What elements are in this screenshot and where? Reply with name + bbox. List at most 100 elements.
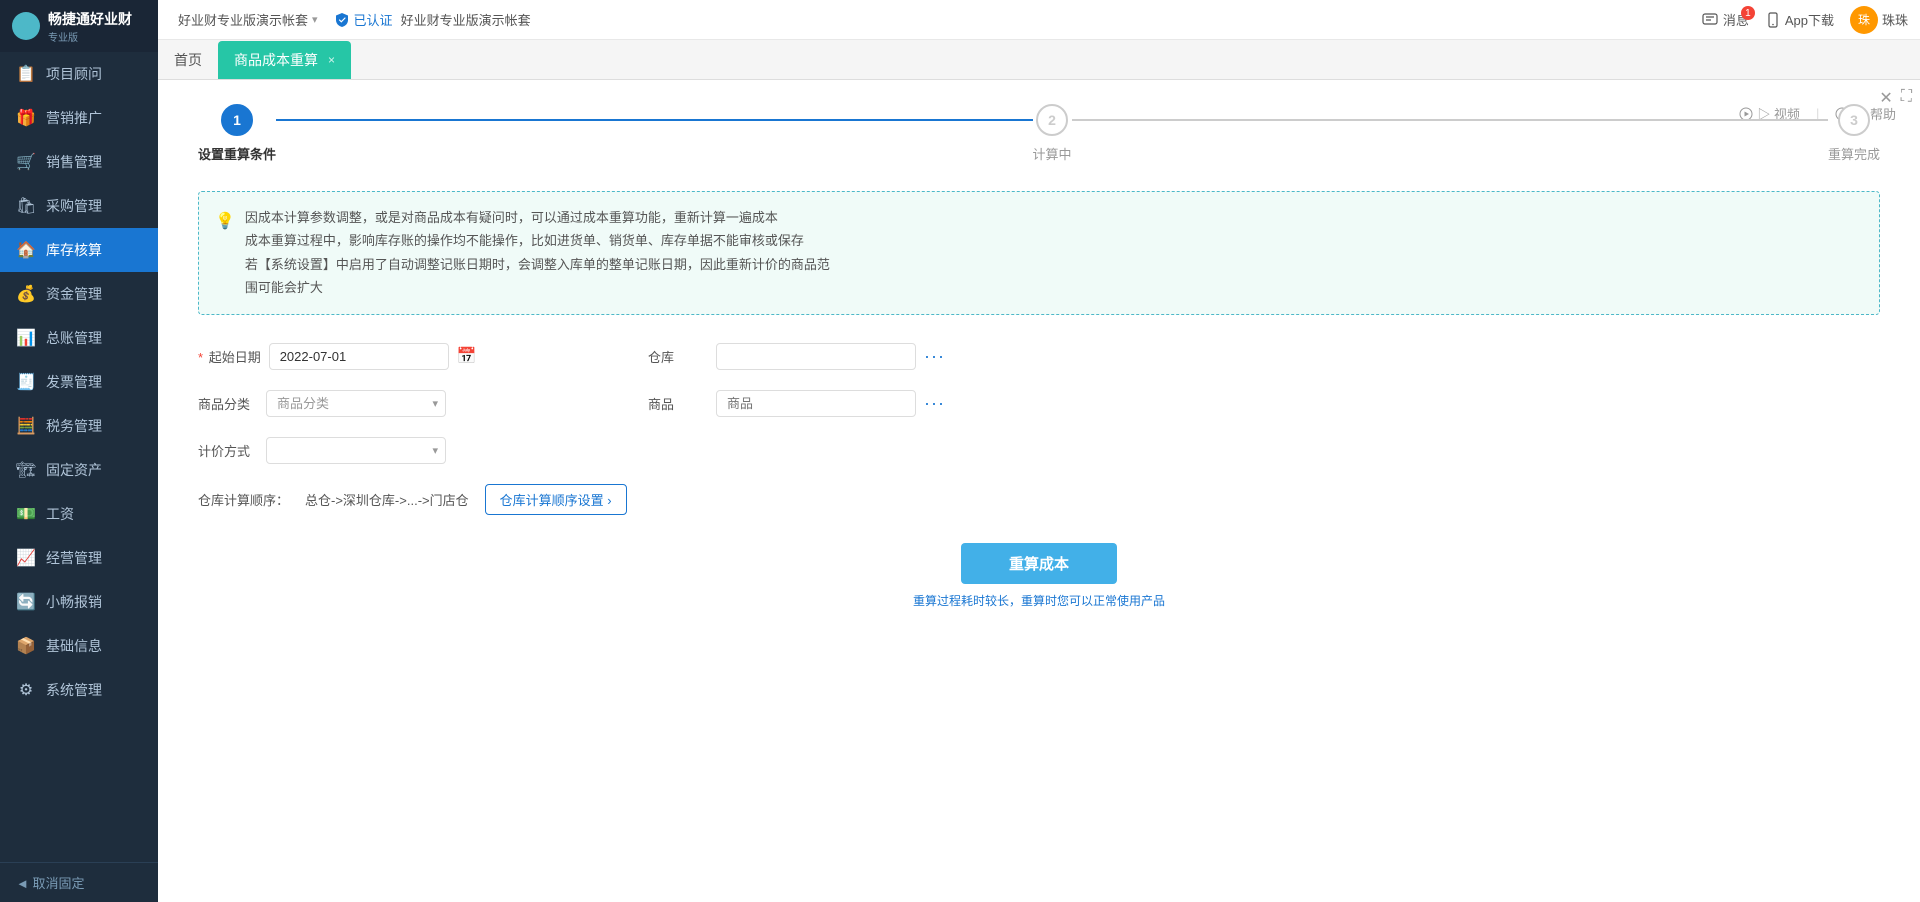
sidebar-item-label: 经营管理 <box>46 548 102 568</box>
info-line-1: 因成本计算参数调整，或是对商品成本有疑问时，可以通过成本重算功能，重新计算一遍成… <box>245 206 830 229</box>
message-icon <box>1701 11 1719 29</box>
sidebar-logo <box>12 12 40 40</box>
info-content: 因成本计算参数调整，或是对商品成本有疑问时，可以通过成本重算功能，重新计算一遍成… <box>245 206 830 300</box>
warehouse-order-label: 仓库计算顺序： <box>198 490 289 509</box>
info-icon: 💡 <box>215 208 235 300</box>
purchase-icon: 🛍 <box>16 196 36 216</box>
warehouse-order-row: 仓库计算顺序： 总仓->深圳仓库->...->门店仓 仓库计算顺序设置 › <box>198 484 1058 515</box>
username-label: 珠珠 <box>1882 10 1908 29</box>
sidebar-item-assets[interactable]: 🏗 固定资产 <box>0 448 158 492</box>
form-row-3: 计价方式 ▾ <box>198 437 1058 464</box>
info-line-3: 若【系统设置】中启用了自动调整记账日期时，会调整入库单的整单记账日期，因此重新计… <box>245 253 830 276</box>
category-label: 商品分类 <box>198 394 258 413</box>
message-button[interactable]: 1 消息 <box>1701 10 1749 29</box>
sidebar-item-accounting[interactable]: 📊 总账管理 <box>0 316 158 360</box>
step-2: 2 计算中 <box>1033 104 1072 163</box>
warehouse-order-settings-button[interactable]: 仓库计算顺序设置 › <box>485 484 627 515</box>
tab-recalc[interactable]: 商品成本重算 × <box>218 41 351 79</box>
expand-button[interactable]: ⛶ <box>1901 88 1912 108</box>
form-row-1: * 起始日期 📅 仓库 ··· <box>198 343 1058 370</box>
recalc-tab-label: 商品成本重算 <box>234 50 318 70</box>
topbar: 好业财专业版演示帐套 ▾ 已认证 好业财专业版演示帐套 1 消息 <box>158 0 1920 40</box>
sidebar-item-operations[interactable]: 📈 经营管理 <box>0 536 158 580</box>
sidebar-item-system[interactable]: ⚙ 系统管理 <box>0 668 158 712</box>
sidebar-item-invoice[interactable]: 🧾 发票管理 <box>0 360 158 404</box>
sidebar-title-block: 畅捷通好业财 专业版 <box>48 9 132 44</box>
warehouse-field: 仓库 ··· <box>648 343 1058 370</box>
step-2-label: 计算中 <box>1033 144 1072 163</box>
price-method-select[interactable] <box>266 437 446 464</box>
sidebar-item-finance[interactable]: 💰 资金管理 <box>0 272 158 316</box>
category-field: 商品分类 商品分类 ▾ <box>198 390 608 417</box>
category-select[interactable]: 商品分类 <box>266 390 446 417</box>
avatar: 珠 <box>1850 6 1878 34</box>
app-download-button[interactable]: App下载 <box>1765 10 1834 29</box>
operations-icon: 📈 <box>16 548 36 568</box>
sidebar: 畅捷通好业财 专业版 📋 项目顾问 🎁 营销推广 🛒 销售管理 🛍 采购管理 🏠… <box>0 0 158 902</box>
verified-badge: 已认证 好业财专业版演示帐套 <box>334 10 531 29</box>
main-area: 好业财专业版演示帐套 ▾ 已认证 好业财专业版演示帐套 1 消息 <box>158 0 1920 902</box>
step-3-label: 重算完成 <box>1828 144 1880 163</box>
expense-icon: 🔄 <box>16 592 36 612</box>
system-icon: ⚙ <box>16 680 36 700</box>
tabs-bar: 首页 商品成本重算 × <box>158 40 1920 80</box>
info-line-4: 围可能会扩大 <box>245 276 830 299</box>
sidebar-nav: 📋 项目顾问 🎁 营销推广 🛒 销售管理 🛍 采购管理 🏠 库存核算 💰 资金管… <box>0 52 158 862</box>
sidebar-item-marketing[interactable]: 🎁 营销推广 <box>0 96 158 140</box>
step-line-1 <box>276 119 1032 121</box>
sidebar-unpin-button[interactable]: ◄ 取消固定 <box>0 862 158 902</box>
sidebar-item-project[interactable]: 📋 项目顾问 <box>0 52 158 96</box>
recalc-button[interactable]: 重算成本 <box>961 543 1117 584</box>
step-1: 1 设置重算条件 <box>198 104 276 163</box>
close-button[interactable]: ✕ <box>1879 88 1892 108</box>
tax-icon: 🧮 <box>16 416 36 436</box>
warehouse-input[interactable] <box>716 343 916 370</box>
tab-close-icon[interactable]: × <box>328 53 335 67</box>
topbar-right: 1 消息 App下载 珠 珠珠 <box>1701 6 1908 34</box>
form-section: * 起始日期 📅 仓库 ··· 商品分类 <box>198 343 1058 515</box>
calendar-icon[interactable]: 📅 <box>457 346 477 366</box>
sidebar-item-basic[interactable]: 📦 基础信息 <box>0 624 158 668</box>
tab-home[interactable]: 首页 <box>158 41 218 79</box>
sidebar-item-purchase[interactable]: 🛍 采购管理 <box>0 184 158 228</box>
sidebar-item-label: 销售管理 <box>46 152 102 172</box>
sidebar-item-label: 营销推广 <box>46 108 102 128</box>
price-method-select-wrapper: ▾ <box>266 437 446 464</box>
sidebar-item-expense[interactable]: 🔄 小畅报销 <box>0 580 158 624</box>
topbar-left: 好业财专业版演示帐套 ▾ 已认证 好业财专业版演示帐套 <box>170 8 531 31</box>
step-3-circle: 3 <box>1838 104 1870 136</box>
basic-icon: 📦 <box>16 636 36 656</box>
start-date-field: * 起始日期 📅 <box>198 343 608 370</box>
start-date-input[interactable] <box>269 343 449 370</box>
price-method-field: 计价方式 ▾ <box>198 437 608 464</box>
sidebar-item-label: 基础信息 <box>46 636 102 656</box>
salary-icon: 💵 <box>16 504 36 524</box>
notification-badge: 1 <box>1741 6 1755 20</box>
sidebar-item-tax[interactable]: 🧮 税务管理 <box>0 404 158 448</box>
sidebar-edition: 专业版 <box>48 29 132 44</box>
sidebar-item-label: 系统管理 <box>46 680 102 700</box>
user-profile-button[interactable]: 珠 珠珠 <box>1850 6 1908 34</box>
account-selector[interactable]: 好业财专业版演示帐套 ▾ <box>170 8 326 31</box>
recalc-button-label: 重算成本 <box>1009 556 1069 573</box>
price-method-label: 计价方式 <box>198 441 258 460</box>
sidebar-item-label: 库存核算 <box>46 240 102 260</box>
sidebar-item-label: 税务管理 <box>46 416 102 436</box>
page-content: ✕ ⛶ ▷ 视频 | ? ⊙ 帮助 <box>158 80 1920 902</box>
invoice-icon: 🧾 <box>16 372 36 392</box>
recalc-note: 重算过程耗时较长，重算时您可以正常使用产品 <box>913 592 1165 609</box>
product-label: 商品 <box>648 394 708 413</box>
step-3: 3 重算完成 <box>1828 104 1880 163</box>
sidebar-item-salary[interactable]: 💵 工资 <box>0 492 158 536</box>
category-select-wrapper: 商品分类 ▾ <box>266 390 446 417</box>
sidebar-item-inventory[interactable]: 🏠 库存核算 <box>0 228 158 272</box>
sidebar-item-label: 工资 <box>46 504 74 524</box>
warehouse-more-icon[interactable]: ··· <box>924 346 945 367</box>
product-more-icon[interactable]: ··· <box>924 393 945 414</box>
info-line-2: 成本重算过程中，影响库存账的操作均不能操作，比如进货单、销货单、库存单据不能审核… <box>245 229 830 252</box>
verified-text: 已认证 <box>354 10 393 29</box>
product-input[interactable] <box>716 390 916 417</box>
unpin-label: ◄ 取消固定 <box>16 873 84 892</box>
sidebar-item-sales[interactable]: 🛒 销售管理 <box>0 140 158 184</box>
warehouse-label: 仓库 <box>648 347 708 366</box>
